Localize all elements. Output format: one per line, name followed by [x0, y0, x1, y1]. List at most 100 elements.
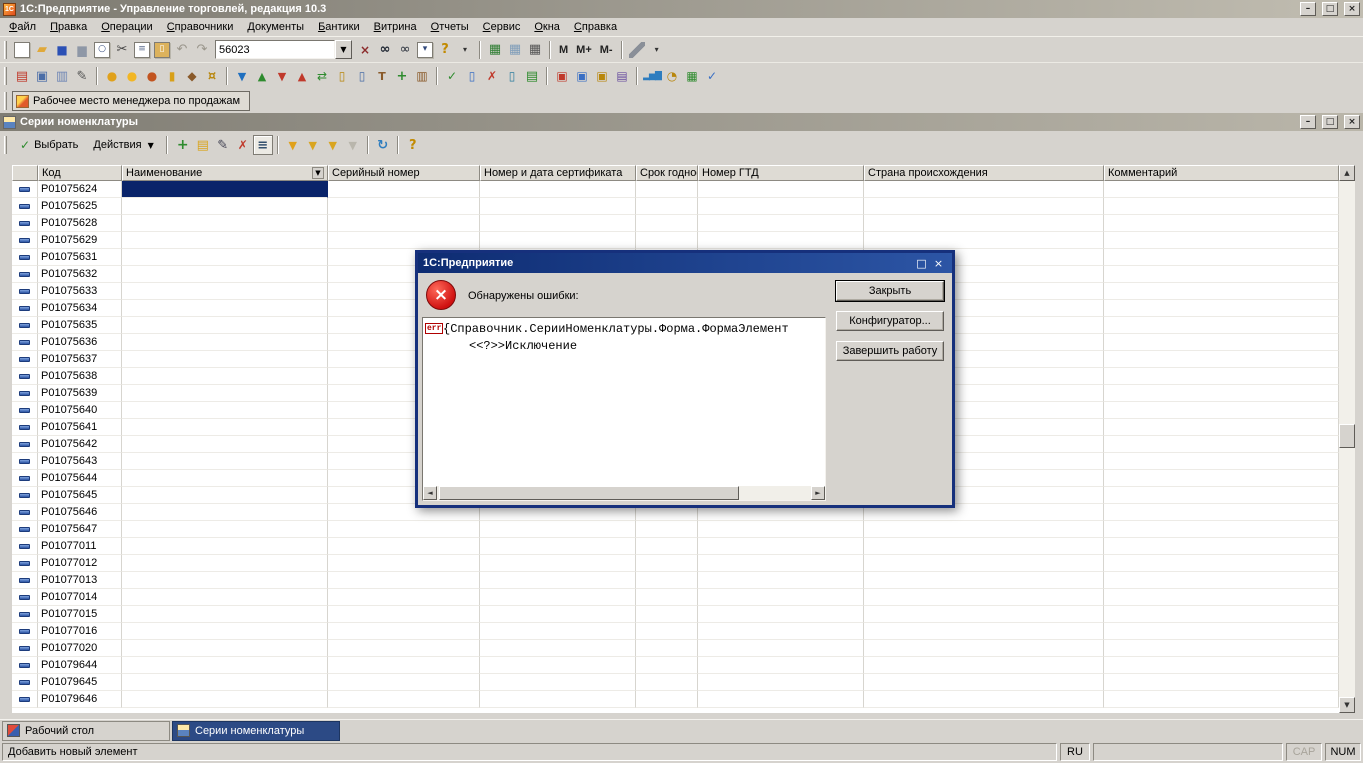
- dialog-maximize-icon[interactable]: □: [913, 257, 930, 270]
- document-cancel-icon[interactable]: ✗: [482, 66, 502, 86]
- cut-icon[interactable]: ✂: [112, 40, 132, 60]
- menu-item-9[interactable]: Окна: [527, 19, 567, 35]
- issue-return-icon[interactable]: ▲: [292, 66, 312, 86]
- table-row[interactable]: P01079644: [12, 657, 1339, 674]
- report-settings-icon[interactable]: ✓: [702, 66, 722, 86]
- column-header-serial-number[interactable]: Серийный номер: [328, 165, 480, 181]
- help-icon[interactable]: ?: [403, 135, 423, 155]
- formula-calculator-icon[interactable]: ▦: [525, 40, 545, 60]
- currency-operations-icon[interactable]: ¤: [202, 66, 222, 86]
- toolbar-grip[interactable]: [4, 67, 7, 85]
- sales-chart-report-icon[interactable]: ▂▅▇: [642, 66, 662, 86]
- filter-history-icon[interactable]: ▼: [323, 135, 343, 155]
- column-header-country[interactable]: Страна происхождения: [864, 165, 1104, 181]
- menu-item-8[interactable]: Сервис: [476, 19, 528, 35]
- ledger-icon[interactable]: ▤: [522, 66, 542, 86]
- copy-icon[interactable]: ≡: [134, 41, 150, 58]
- sort-indicator-icon[interactable]: ▼: [312, 167, 324, 179]
- menu-item-2[interactable]: Операции: [94, 19, 159, 35]
- reference-books-icon[interactable]: ▤: [12, 66, 32, 86]
- dialog-titlebar[interactable]: 1С:Предприятие □ ×: [418, 253, 952, 273]
- toolbar-options-icon[interactable]: ▾: [647, 40, 667, 60]
- spreadsheet-document-icon[interactable]: ▦: [485, 40, 505, 60]
- table-row[interactable]: P01077012: [12, 555, 1339, 572]
- edit-item-icon[interactable]: ✎: [213, 135, 233, 155]
- print-icon[interactable]: ▆: [72, 40, 92, 60]
- service-settings-icon[interactable]: [628, 41, 645, 58]
- toolbar-grip[interactable]: [4, 40, 7, 59]
- syntax-help-icon[interactable]: ?: [435, 40, 455, 60]
- window-tab-1[interactable]: Серии номенклатуры: [172, 720, 340, 741]
- menu-item-5[interactable]: Бантики: [311, 19, 367, 35]
- table-row[interactable]: P01077013: [12, 572, 1339, 589]
- table-row[interactable]: P01077014: [12, 589, 1339, 606]
- goods-movement-icon[interactable]: ⇄: [312, 66, 332, 86]
- dialog-close-icon[interactable]: ×: [930, 257, 947, 270]
- restore-icon[interactable]: □: [1322, 2, 1338, 16]
- memory-subtract[interactable]: M-: [596, 44, 617, 56]
- filter-by-value-icon[interactable]: ▼: [303, 135, 323, 155]
- actions-button[interactable]: Действия ▼: [86, 134, 161, 156]
- scroll-right-icon[interactable]: ►: [811, 486, 825, 500]
- table-row[interactable]: P01075625: [12, 198, 1339, 215]
- find-icon[interactable]: ∞: [375, 40, 395, 60]
- menu-item-1[interactable]: Правка: [43, 19, 94, 35]
- table-row[interactable]: P01077015: [12, 606, 1339, 623]
- clear-find-icon[interactable]: ×: [355, 40, 375, 60]
- hscroll-track[interactable]: [437, 486, 811, 500]
- supplier-invoice-icon[interactable]: ▯: [352, 66, 372, 86]
- column-header-comment[interactable]: Комментарий: [1104, 165, 1339, 181]
- payment-order-icon[interactable]: ●: [142, 66, 162, 86]
- scroll-thumb[interactable]: [1339, 423, 1355, 448]
- shutdown-button[interactable]: Завершить работу: [836, 341, 944, 361]
- add-group-icon[interactable]: ▤: [193, 135, 213, 155]
- cash-receipt-icon[interactable]: ●: [102, 66, 122, 86]
- column-header-customs-declaration[interactable]: Номер ГТД: [698, 165, 864, 181]
- add-item-icon[interactable]: +: [173, 135, 193, 155]
- table-row[interactable]: P01079646: [12, 691, 1339, 708]
- customer-order-icon[interactable]: ▯: [332, 66, 352, 86]
- cash-payment-icon[interactable]: ●: [122, 66, 142, 86]
- menu-item-0[interactable]: Файл: [2, 19, 43, 35]
- money-transfer-icon[interactable]: ▮: [162, 66, 182, 86]
- find-by-number-input[interactable]: [215, 40, 335, 59]
- menu-item-3[interactable]: Справочники: [160, 19, 241, 35]
- menu-item-6[interactable]: Витрина: [367, 19, 424, 35]
- table-row[interactable]: P01075647: [12, 521, 1339, 538]
- more-commands-icon[interactable]: ▾: [455, 40, 475, 60]
- pie-report-icon[interactable]: ◔: [662, 66, 682, 86]
- scroll-up-icon[interactable]: ▲: [1339, 165, 1355, 181]
- suppliers-icon[interactable]: ▣: [572, 66, 592, 86]
- undo-icon[interactable]: ↶: [172, 40, 192, 60]
- receipt-return-icon[interactable]: ▼: [272, 66, 292, 86]
- memory-add[interactable]: M+: [572, 44, 596, 56]
- vertical-scrollbar[interactable]: ▲ ▼: [1339, 165, 1355, 713]
- redo-icon[interactable]: ↷: [192, 40, 212, 60]
- list-restore-icon[interactable]: □: [1322, 115, 1338, 129]
- find-next-icon[interactable]: ∞: [395, 40, 415, 60]
- clear-filter-icon[interactable]: ▼: [343, 135, 363, 155]
- list-minimize-icon[interactable]: –: [1300, 115, 1316, 129]
- table-row[interactable]: P01079645: [12, 674, 1339, 691]
- export-document-icon[interactable]: ▯: [502, 66, 522, 86]
- tax-invoice-icon[interactable]: Т: [372, 66, 392, 86]
- close-button[interactable]: Закрыть: [836, 281, 944, 301]
- scroll-down-icon[interactable]: ▼: [1339, 697, 1355, 713]
- document-open-icon[interactable]: ▯: [462, 66, 482, 86]
- customers-icon[interactable]: ▣: [552, 66, 572, 86]
- table-report-icon[interactable]: ▦: [682, 66, 702, 86]
- print-documents-icon[interactable]: ▣: [32, 66, 52, 86]
- memory-recall[interactable]: M: [555, 44, 572, 56]
- language-indicator[interactable]: RU: [1060, 743, 1090, 761]
- table-row[interactable]: P01077011: [12, 538, 1339, 555]
- document-journal-icon[interactable]: ▥: [52, 66, 72, 86]
- inventory-icon[interactable]: ▥: [412, 66, 432, 86]
- horizontal-scrollbar[interactable]: ◄ ►: [423, 486, 825, 500]
- table-row[interactable]: P01075628: [12, 215, 1339, 232]
- error-text-area[interactable]: err {Справочник.СерииНоменклатуры.Форма.…: [422, 317, 826, 501]
- contractors-icon[interactable]: ▣: [592, 66, 612, 86]
- table-row[interactable]: P01075624: [12, 181, 1339, 198]
- column-header-expiration[interactable]: Срок годнос...: [636, 165, 698, 181]
- hscroll-thumb[interactable]: [439, 486, 739, 500]
- hierarchy-view-icon[interactable]: ≡: [252, 135, 273, 155]
